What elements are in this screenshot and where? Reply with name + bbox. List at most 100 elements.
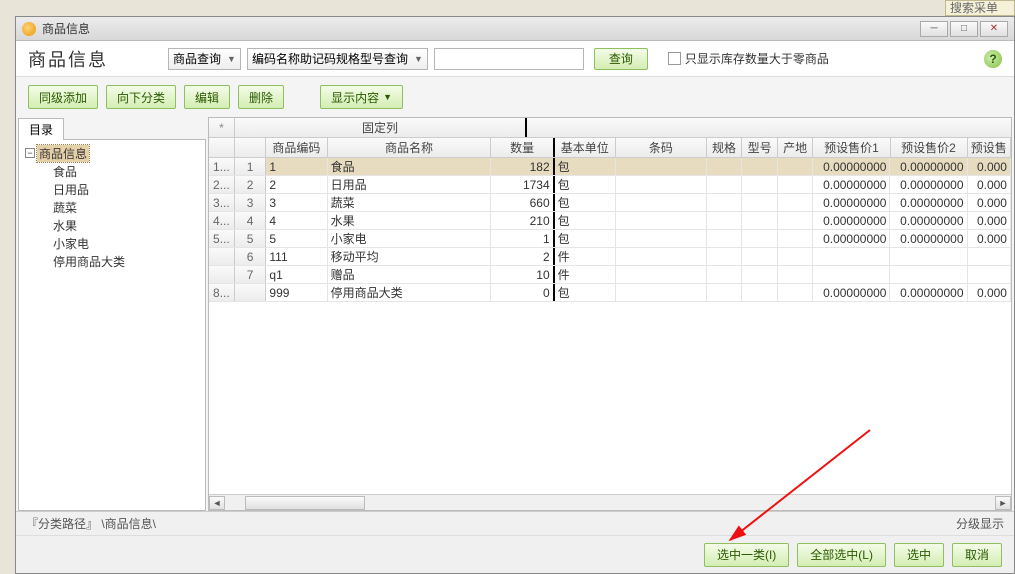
collapse-icon[interactable]: − [25, 148, 35, 158]
tree-node[interactable]: 食品 [21, 162, 203, 180]
row-idx: 4... [209, 212, 235, 229]
maximize-button[interactable]: □ [950, 21, 978, 37]
cell-unit: 包 [555, 176, 616, 193]
cell-barcode [616, 230, 707, 247]
table-row[interactable]: 2...22日用品1734包0.000000000.000000000.000 [209, 176, 1011, 194]
data-grid: * 固定列 商品编码 商品名称 数量 基本单位 条码 规格 型号 产地 预设售价… [208, 117, 1012, 511]
col-barcode[interactable]: 条码 [616, 138, 707, 157]
scroll-right-button[interactable]: ► [995, 496, 1011, 510]
cell-price1: 0.00000000 [813, 176, 890, 193]
row-idx [209, 248, 235, 265]
add-sibling-button[interactable]: 同级添加 [28, 85, 98, 109]
cell-code: 3 [266, 194, 327, 211]
cell-qty: 182 [491, 158, 554, 175]
tree-node[interactable]: 水果 [21, 216, 203, 234]
cell-price1: 0.00000000 [813, 284, 890, 301]
app-icon [22, 22, 36, 36]
col-price2[interactable]: 预设售价2 [891, 138, 968, 157]
tree-node[interactable]: 小家电 [21, 234, 203, 252]
search-field-dropdown[interactable]: 编码名称助记码规格型号查询 ▼ [247, 48, 428, 70]
table-row[interactable]: 1...11食品182包0.000000000.000000000.000 [209, 158, 1011, 176]
delete-button[interactable]: 删除 [238, 85, 284, 109]
tab-directory[interactable]: 目录 [18, 118, 64, 140]
edit-button[interactable]: 编辑 [184, 85, 230, 109]
grid-body[interactable]: 1...11食品182包0.000000000.000000000.0002..… [209, 158, 1011, 494]
level-display-toggle[interactable]: 分级显示 [956, 515, 1004, 532]
col-price1[interactable]: 预设售价1 [813, 138, 890, 157]
table-row[interactable]: 6111移动平均2件 [209, 248, 1011, 266]
row-idx: 8... [209, 284, 235, 301]
external-fragment: 搜索采单 [945, 0, 1015, 16]
cell-price3: 0.000 [968, 158, 1011, 175]
select-button[interactable]: 选中 [894, 543, 944, 567]
cell-unit: 包 [555, 284, 616, 301]
minimize-button[interactable]: ─ [920, 21, 948, 37]
row-idx: 3... [209, 194, 235, 211]
fixed-columns-header: 固定列 [235, 118, 527, 137]
row-no: 7 [235, 266, 267, 283]
tree-node-label: 停用商品大类 [51, 253, 127, 270]
table-row[interactable]: 3...33蔬菜660包0.000000000.000000000.000 [209, 194, 1011, 212]
chevron-down-icon: ▼ [414, 54, 423, 64]
col-price3[interactable]: 预设售 [968, 138, 1011, 157]
cell-name: 移动平均 [328, 248, 492, 265]
cell-qty: 2 [491, 248, 554, 265]
select-all-button[interactable]: 全部选中(L) [797, 543, 886, 567]
table-row[interactable]: 7q1赠品10件 [209, 266, 1011, 284]
col-origin[interactable]: 产地 [778, 138, 814, 157]
search-bar: 商品信息 商品查询 ▼ 编码名称助记码规格型号查询 ▼ 查询 只显示库存数量大于… [16, 41, 1014, 77]
tree-node[interactable]: 停用商品大类 [21, 252, 203, 270]
cell-price2: 0.00000000 [890, 230, 967, 247]
help-icon[interactable]: ? [984, 50, 1002, 68]
search-mode-dropdown[interactable]: 商品查询 ▼ [168, 48, 241, 70]
col-unit[interactable]: 基本单位 [555, 138, 616, 157]
cancel-button[interactable]: 取消 [952, 543, 1002, 567]
row-no: 4 [235, 212, 267, 229]
cell-qty: 10 [491, 266, 554, 283]
cell-barcode [616, 158, 707, 175]
stock-gt-zero-checkbox[interactable] [668, 52, 681, 65]
cell-code: 1 [266, 158, 327, 175]
tree-node-label: 水果 [51, 217, 79, 234]
query-button[interactable]: 查询 [594, 48, 648, 70]
cell-unit: 包 [555, 194, 616, 211]
chevron-down-icon: ▼ [227, 54, 236, 64]
cell-price2: 0.00000000 [890, 194, 967, 211]
cell-spec [707, 248, 743, 265]
cell-price1: 0.00000000 [813, 212, 890, 229]
table-row[interactable]: 8...999停用商品大类0包0.000000000.000000000.000 [209, 284, 1011, 302]
cell-code: q1 [266, 266, 327, 283]
tree-node[interactable]: 日用品 [21, 180, 203, 198]
cell-model [742, 230, 778, 247]
scroll-left-button[interactable]: ◄ [209, 496, 225, 510]
add-child-button[interactable]: 向下分类 [106, 85, 176, 109]
cell-price3 [968, 248, 1011, 265]
col-code[interactable]: 商品编码 [266, 138, 327, 157]
row-idx [209, 266, 235, 283]
table-row[interactable]: 5...55小家电1包0.000000000.000000000.000 [209, 230, 1011, 248]
row-no: 6 [235, 248, 267, 265]
cell-origin [778, 176, 814, 193]
close-button[interactable]: ✕ [980, 21, 1008, 37]
col-spec[interactable]: 规格 [707, 138, 743, 157]
col-qty[interactable]: 数量 [491, 138, 554, 157]
cell-price3: 0.000 [968, 284, 1011, 301]
cell-unit: 件 [555, 266, 616, 283]
cell-unit: 包 [555, 230, 616, 247]
tree-root[interactable]: − 商品信息 [21, 144, 203, 162]
cell-qty: 1734 [491, 176, 554, 193]
cell-model [742, 194, 778, 211]
row-idx: 1... [209, 158, 235, 175]
scroll-track[interactable] [225, 496, 995, 510]
scroll-thumb[interactable] [245, 496, 365, 510]
col-model[interactable]: 型号 [742, 138, 778, 157]
cell-name: 蔬菜 [328, 194, 492, 211]
select-category-button[interactable]: 选中一类(I) [704, 543, 789, 567]
search-input[interactable] [434, 48, 584, 70]
horizontal-scrollbar[interactable]: ◄ ► [209, 494, 1011, 510]
show-content-button[interactable]: 显示内容 ▼ [320, 85, 403, 109]
col-name[interactable]: 商品名称 [328, 138, 492, 157]
category-tree[interactable]: − 商品信息 食品日用品蔬菜水果小家电停用商品大类 [18, 139, 206, 511]
tree-node[interactable]: 蔬菜 [21, 198, 203, 216]
table-row[interactable]: 4...44水果210包0.000000000.000000000.000 [209, 212, 1011, 230]
